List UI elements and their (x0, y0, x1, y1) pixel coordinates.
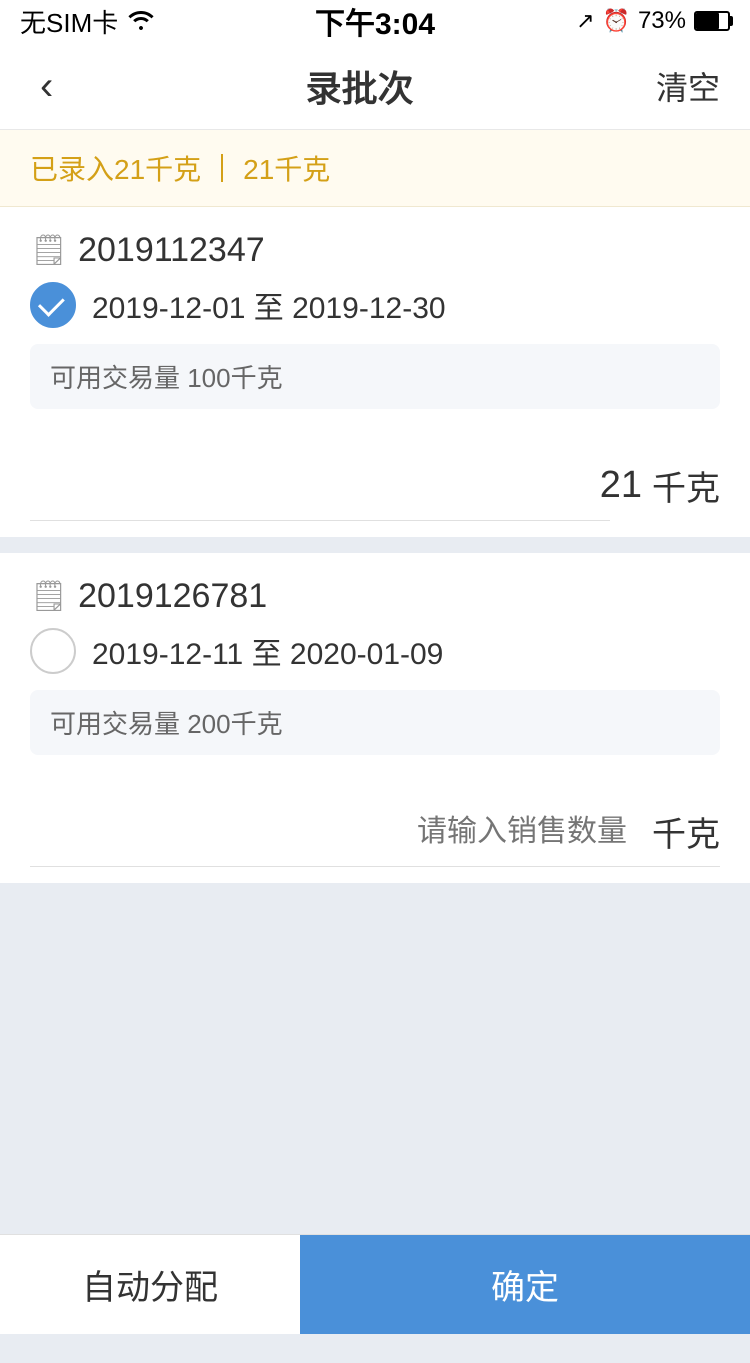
battery-text: 73% (638, 7, 686, 35)
batch1-date: 2019-12-01 至 2019-12-30 (92, 283, 446, 327)
batch2-date-row: 2019-12-11 至 2020-01-09 (30, 628, 720, 674)
batch2-radio[interactable] (30, 628, 76, 674)
already-recorded: 已录入21千克 (30, 148, 201, 188)
batch1-unit: 千克 (652, 461, 720, 510)
batch2-input-row[interactable]: 千克 (0, 791, 750, 866)
batch2-available: 可用交易量 200千克 (30, 690, 720, 755)
status-time: 下午3:04 (315, 0, 435, 43)
batch2-unit: 千克 (652, 807, 720, 856)
banner-divider (221, 154, 223, 182)
auto-distribute-button[interactable]: 自动分配 (0, 1235, 300, 1334)
back-button[interactable]: ‹ (30, 56, 63, 116)
info-banner: 已录入21千克 21千克 (0, 130, 750, 207)
alarm-icon: ⏰ (603, 8, 630, 34)
batch2-header: 🗒 2019126781 (30, 577, 720, 616)
status-bar: 无SIM卡 下午3:04 ↗ ⏰ 73% (0, 0, 750, 42)
battery-icon (694, 11, 730, 31)
quantity-input[interactable] (242, 815, 642, 849)
batch-card-2: 🗒 2019126781 2019-12-11 至 2020-01-09 可用交… (0, 553, 750, 883)
batch1-header: 🗒 2019112347 (30, 231, 720, 270)
batch1-amount: 21 (600, 464, 642, 507)
wifi-icon (126, 6, 156, 37)
total-amount: 21千克 (243, 148, 330, 188)
batch2-doc-icon: 🗒 (30, 579, 68, 614)
bottom-bar: 自动分配 确定 (0, 1234, 750, 1334)
status-left: 无SIM卡 (20, 3, 156, 40)
nav-bar: ‹ 录批次 清空 (0, 42, 750, 130)
batch1-radio[interactable] (30, 282, 76, 328)
batch-card-1: 🗒 2019112347 2019-12-01 至 2019-12-30 可用交… (0, 207, 750, 537)
confirm-button[interactable]: 确定 (300, 1235, 750, 1334)
batch2-date: 2019-12-11 至 2020-01-09 (92, 629, 443, 673)
batch1-amount-row: 21 千克 (0, 445, 750, 520)
section-divider (0, 537, 750, 553)
location-icon: ↗ (576, 8, 594, 34)
page-title: 录批次 (306, 60, 414, 112)
carrier-text: 无SIM卡 (20, 3, 118, 40)
batch1-id: 2019112347 (78, 231, 265, 270)
clear-button[interactable]: 清空 (656, 63, 720, 109)
batch1-available: 可用交易量 100千克 (30, 344, 720, 409)
batch2-id: 2019126781 (78, 577, 267, 616)
status-right: ↗ ⏰ 73% (576, 7, 730, 35)
batch1-doc-icon: 🗒 (30, 233, 68, 268)
batch1-date-row: 2019-12-01 至 2019-12-30 (30, 282, 720, 328)
